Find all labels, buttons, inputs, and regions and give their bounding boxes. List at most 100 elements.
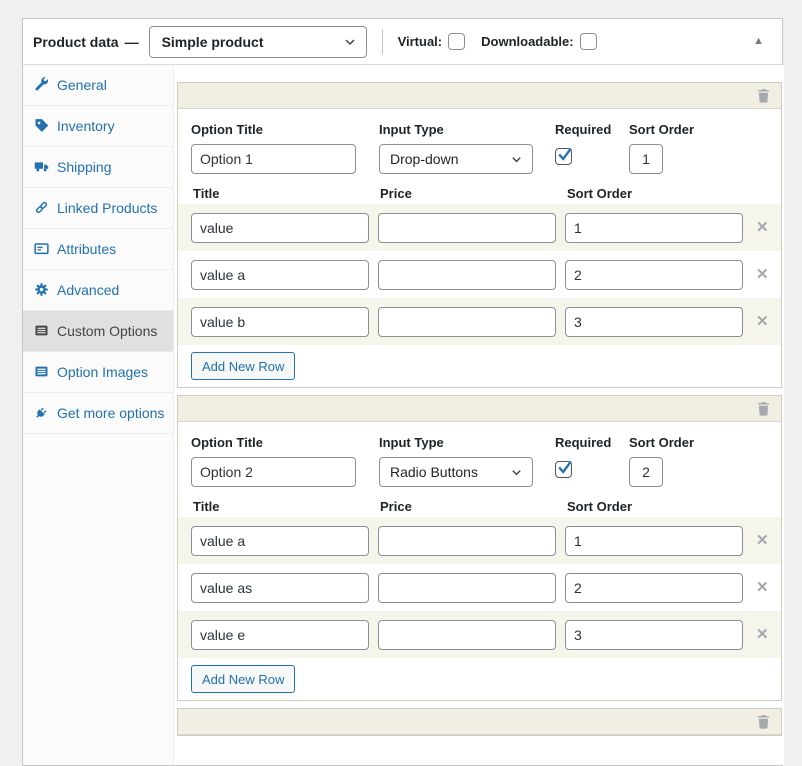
tab-shipping[interactable]: Shipping bbox=[23, 147, 173, 188]
row-price-input[interactable] bbox=[378, 572, 556, 603]
tab-advanced[interactable]: Advanced bbox=[23, 270, 173, 311]
tab-label: Option Images bbox=[57, 364, 149, 380]
list-icon bbox=[34, 323, 49, 338]
option-block-3-partial bbox=[177, 708, 782, 736]
add-new-row-button[interactable]: Add New Row bbox=[191, 352, 296, 380]
downloadable-checkbox[interactable] bbox=[579, 33, 597, 50]
required-label: Required bbox=[555, 435, 612, 450]
tab-label: Advanced bbox=[57, 282, 120, 298]
input-type-select[interactable]: Radio Buttons bbox=[379, 457, 533, 487]
remove-row-icon[interactable]: ✕ bbox=[756, 220, 769, 235]
row-sort-order-input[interactable] bbox=[565, 259, 743, 290]
virtual-checkbox[interactable] bbox=[448, 33, 466, 50]
value-row: ✕ bbox=[178, 298, 781, 345]
link-icon bbox=[34, 200, 49, 215]
required-checkbox[interactable] bbox=[555, 147, 572, 165]
product-data-tabs: General Inventory Shipping Linked Produc… bbox=[23, 65, 174, 765]
tab-custom-options[interactable]: Custom Options bbox=[23, 311, 173, 352]
row-price-input[interactable] bbox=[378, 212, 556, 243]
input-type-select[interactable]: Drop-down bbox=[379, 144, 533, 174]
page-title: Product data bbox=[33, 33, 119, 50]
tab-label: Attributes bbox=[57, 241, 117, 257]
col-title-label: Title bbox=[193, 499, 220, 514]
row-price-input[interactable] bbox=[378, 525, 556, 556]
option-title-input[interactable] bbox=[191, 144, 356, 174]
wrench-icon bbox=[34, 77, 49, 92]
value-row: ✕ bbox=[178, 611, 781, 658]
col-price-label: Price bbox=[380, 186, 412, 201]
tab-get-more-options[interactable]: Get more options bbox=[23, 393, 173, 434]
list-icon bbox=[34, 364, 49, 379]
row-sort-order-input[interactable] bbox=[565, 619, 743, 650]
option-block-2: Option Title Input Type Required Sort Or… bbox=[177, 395, 782, 701]
add-new-row-button[interactable]: Add New Row bbox=[191, 665, 296, 693]
option-block-header bbox=[178, 709, 781, 735]
required-checkbox[interactable] bbox=[555, 460, 572, 478]
sort-order-input[interactable] bbox=[629, 144, 663, 174]
tab-label: Linked Products bbox=[57, 200, 158, 216]
trash-icon[interactable] bbox=[755, 87, 772, 104]
trash-icon[interactable] bbox=[755, 400, 772, 417]
tab-label: Inventory bbox=[57, 118, 115, 134]
row-sort-order-input[interactable] bbox=[565, 306, 743, 337]
row-title-input[interactable] bbox=[191, 212, 369, 243]
product-type-select[interactable]: Simple product bbox=[148, 25, 367, 58]
col-title-label: Title bbox=[193, 186, 220, 201]
tab-general[interactable]: General bbox=[23, 65, 173, 106]
product-data-metabox: Product data — Simple product Virtual: D… bbox=[22, 18, 784, 766]
option-title-label: Option Title bbox=[191, 435, 263, 450]
input-type-label: Input Type bbox=[379, 435, 444, 450]
metabox-header: Product data — Simple product Virtual: D… bbox=[23, 19, 782, 65]
value-row: ✕ bbox=[178, 517, 781, 564]
row-price-input[interactable] bbox=[378, 306, 556, 337]
row-title-input[interactable] bbox=[191, 259, 369, 290]
virtual-label: Virtual: bbox=[397, 34, 443, 49]
tab-label: Get more options bbox=[57, 405, 165, 421]
row-title-input[interactable] bbox=[191, 525, 369, 556]
chevron-down-icon bbox=[512, 469, 521, 475]
tab-linked-products[interactable]: Linked Products bbox=[23, 188, 173, 229]
tab-label: Custom Options bbox=[57, 323, 158, 339]
option-block-header bbox=[178, 396, 781, 422]
row-sort-order-input[interactable] bbox=[565, 572, 743, 603]
row-sort-order-input[interactable] bbox=[565, 212, 743, 243]
truck-icon bbox=[34, 159, 49, 174]
row-sort-order-input[interactable] bbox=[565, 525, 743, 556]
option-title-label: Option Title bbox=[191, 122, 263, 137]
remove-row-icon[interactable]: ✕ bbox=[756, 267, 769, 282]
input-type-label: Input Type bbox=[379, 122, 444, 137]
remove-row-icon[interactable]: ✕ bbox=[756, 627, 769, 642]
row-price-input[interactable] bbox=[378, 619, 556, 650]
col-sort-order-label: Sort Order bbox=[567, 499, 633, 514]
row-price-input[interactable] bbox=[378, 259, 556, 290]
value-row: ✕ bbox=[178, 564, 781, 611]
input-type-value: Drop-down bbox=[390, 151, 459, 167]
option-title-input[interactable] bbox=[191, 457, 356, 487]
remove-row-icon[interactable]: ✕ bbox=[756, 580, 769, 595]
row-title-input[interactable] bbox=[191, 572, 369, 603]
title-dash: — bbox=[124, 33, 139, 50]
tab-attributes[interactable]: Attributes bbox=[23, 229, 173, 270]
collapse-toggle-icon[interactable]: ▲ bbox=[747, 32, 770, 51]
gear-icon bbox=[34, 282, 49, 297]
col-price-label: Price bbox=[380, 499, 412, 514]
tab-label: Shipping bbox=[57, 159, 112, 175]
tab-inventory[interactable]: Inventory bbox=[23, 106, 173, 147]
row-title-input[interactable] bbox=[191, 619, 369, 650]
tab-option-images[interactable]: Option Images bbox=[23, 352, 173, 393]
trash-icon[interactable] bbox=[755, 713, 772, 730]
downloadable-label: Downloadable: bbox=[481, 34, 574, 49]
row-title-input[interactable] bbox=[191, 306, 369, 337]
plug-icon bbox=[34, 405, 49, 420]
option-block-header bbox=[178, 83, 781, 109]
card-icon bbox=[34, 241, 49, 256]
value-row: ✕ bbox=[178, 204, 781, 251]
chevron-down-icon bbox=[512, 156, 521, 162]
custom-options-panel: Option Title Input Type Required Sort Or… bbox=[174, 65, 784, 765]
remove-row-icon[interactable]: ✕ bbox=[756, 533, 769, 548]
remove-row-icon[interactable]: ✕ bbox=[756, 314, 769, 329]
sort-order-label: Sort Order bbox=[629, 122, 695, 137]
sort-order-input[interactable] bbox=[629, 457, 663, 487]
input-type-value: Radio Buttons bbox=[390, 464, 478, 480]
chevron-down-icon bbox=[345, 38, 355, 45]
